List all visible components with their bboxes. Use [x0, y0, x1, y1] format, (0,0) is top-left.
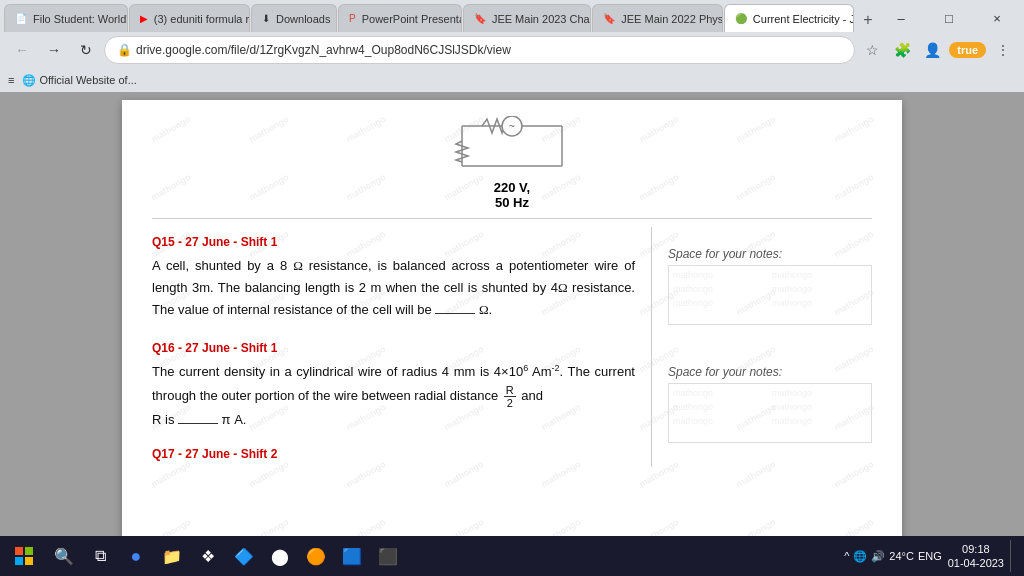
tab-eduniti[interactable]: ▶ (3) eduniti formula re ×	[129, 4, 250, 32]
paused-badge: true	[949, 42, 986, 58]
dropbox-button[interactable]: ❖	[192, 540, 224, 572]
q16-text-2: R is π A.	[152, 409, 635, 431]
bookmark-star-button[interactable]: ☆	[859, 37, 885, 63]
tab-filo[interactable]: 📄 Filo Student: World's ×	[4, 4, 128, 32]
doc-container[interactable]: // Generate watermark cells for(let i=0;…	[0, 92, 1024, 536]
q16-text: The current density in a cylindrical wir…	[152, 361, 635, 409]
notes-column: Space for your notes: mathongomathongo m…	[652, 227, 872, 467]
tab-bar: 📄 Filo Student: World's × ▶ (3) eduniti …	[0, 0, 1024, 32]
two-column-layout: Q15 - 27 June - Shift 1 A cell, shunted …	[152, 227, 872, 467]
extension-button[interactable]: 🧩	[889, 37, 915, 63]
svg-rect-7	[25, 547, 33, 555]
search-taskbar-button[interactable]: 🔍	[48, 540, 80, 572]
app6-button[interactable]: ⬤	[264, 540, 296, 572]
volume-icon: 🔊	[871, 550, 885, 563]
temperature: 24°C	[889, 550, 914, 562]
taskbar-right: ^ 🌐 🔊 24°C ENG 09:18 01-04-2023	[844, 540, 1024, 572]
q16-label: Q16 - 27 June - Shift 1	[152, 341, 635, 355]
tab-ppt[interactable]: P PowerPoint Presentat ×	[338, 4, 462, 32]
file-explorer-button[interactable]: 📁	[156, 540, 188, 572]
voltage-label: 220 V, 50 Hz	[152, 180, 872, 210]
notes-box-1: mathongomathongo mathongomathongo mathon…	[668, 265, 872, 325]
time-display: 09:18	[948, 542, 1004, 556]
q17-label: Q17 - 27 June - Shift 2	[152, 447, 635, 461]
app8-button[interactable]: 🟦	[336, 540, 368, 572]
window-controls: – □ ×	[878, 4, 1020, 32]
back-button[interactable]: ←	[8, 36, 36, 64]
q17-section-start: Q17 - 27 June - Shift 2	[152, 447, 635, 461]
questions-column: Q15 - 27 June - Shift 1 A cell, shunted …	[152, 227, 652, 467]
q15-label: Q15 - 27 June - Shift 1	[152, 235, 635, 249]
address-bar: ← → ↻ 🔒 drive.google.com/file/d/1ZrgKvgz…	[0, 32, 1024, 68]
section-divider	[152, 218, 872, 219]
svg-rect-9	[25, 557, 33, 565]
tab-downloads[interactable]: ⬇ Downloads ×	[251, 4, 337, 32]
svg-text:~: ~	[509, 121, 515, 132]
minimize-button[interactable]: –	[878, 4, 924, 32]
notes-box-2: mathongomathongo mathongomathongo mathon…	[668, 383, 872, 443]
bookmark-bar: ≡ 🌐 Official Website of...	[0, 68, 1024, 92]
lang-indicator: ENG	[918, 550, 942, 562]
profile-button[interactable]: 👤	[919, 37, 945, 63]
tab-current-elec[interactable]: 🟢 Current Electricity - JE ×	[724, 4, 854, 32]
taskbar-left: 🔍 ⧉ ● 📁 ❖ 🔷 ⬤ 🟠 🟦 ⬛	[0, 536, 404, 576]
browser-window: 📄 Filo Student: World's × ▶ (3) eduniti …	[0, 0, 1024, 536]
taskbar: 🔍 ⧉ ● 📁 ❖ 🔷 ⬤ 🟠 🟦 ⬛ ^ 🌐 🔊 24°C ENG 09:18…	[0, 536, 1024, 576]
date-display: 01-04-2023	[948, 556, 1004, 570]
task-view-button[interactable]: ⧉	[84, 540, 116, 572]
bookmark-official[interactable]: 🌐 Official Website of...	[22, 74, 136, 87]
notes-label-1: Space for your notes:	[668, 247, 872, 261]
reload-button[interactable]: ↻	[72, 36, 100, 64]
tab-jee2022[interactable]: 🔖 JEE Main 2022 Physic ×	[592, 4, 723, 32]
forward-button[interactable]: →	[40, 36, 68, 64]
close-button[interactable]: ×	[974, 4, 1020, 32]
menu-button[interactable]: ⋮	[990, 37, 1016, 63]
start-button[interactable]	[4, 536, 44, 576]
svg-rect-6	[15, 547, 23, 555]
new-tab-button[interactable]: +	[859, 8, 877, 32]
q15-text: A cell, shunted by a 8 Ω resistance, is …	[152, 255, 635, 321]
content-area: // Generate watermark cells for(let i=0;…	[0, 92, 1024, 536]
restore-button[interactable]: □	[926, 4, 972, 32]
clock[interactable]: 09:18 01-04-2023	[948, 542, 1004, 571]
q16-section: Q16 - 27 June - Shift 1 The current dens…	[152, 341, 635, 431]
app9-button[interactable]: ⬛	[372, 540, 404, 572]
svg-rect-8	[15, 557, 23, 565]
doc-page: // Generate watermark cells for(let i=0;…	[122, 100, 902, 536]
browser-actions: ☆ 🧩 👤 true ⋮	[859, 37, 1016, 63]
url-input[interactable]: 🔒 drive.google.com/file/d/1ZrgKvgzN_avhr…	[104, 36, 855, 64]
app7-button[interactable]: 🟠	[300, 540, 332, 572]
network-icon: 🌐	[853, 550, 867, 563]
notes-label-2: Space for your notes:	[668, 365, 872, 379]
show-desktop-button[interactable]	[1010, 540, 1016, 572]
app5-button[interactable]: 🔷	[228, 540, 260, 572]
tab-jee2023[interactable]: 🔖 JEE Main 2023 Chapt ×	[463, 4, 591, 32]
chrome-taskbar-button[interactable]: ●	[120, 540, 152, 572]
tray-arrow[interactable]: ^	[844, 550, 849, 562]
circuit-diagram: ~	[152, 116, 872, 176]
sys-tray: ^ 🌐 🔊 24°C ENG	[844, 550, 942, 563]
